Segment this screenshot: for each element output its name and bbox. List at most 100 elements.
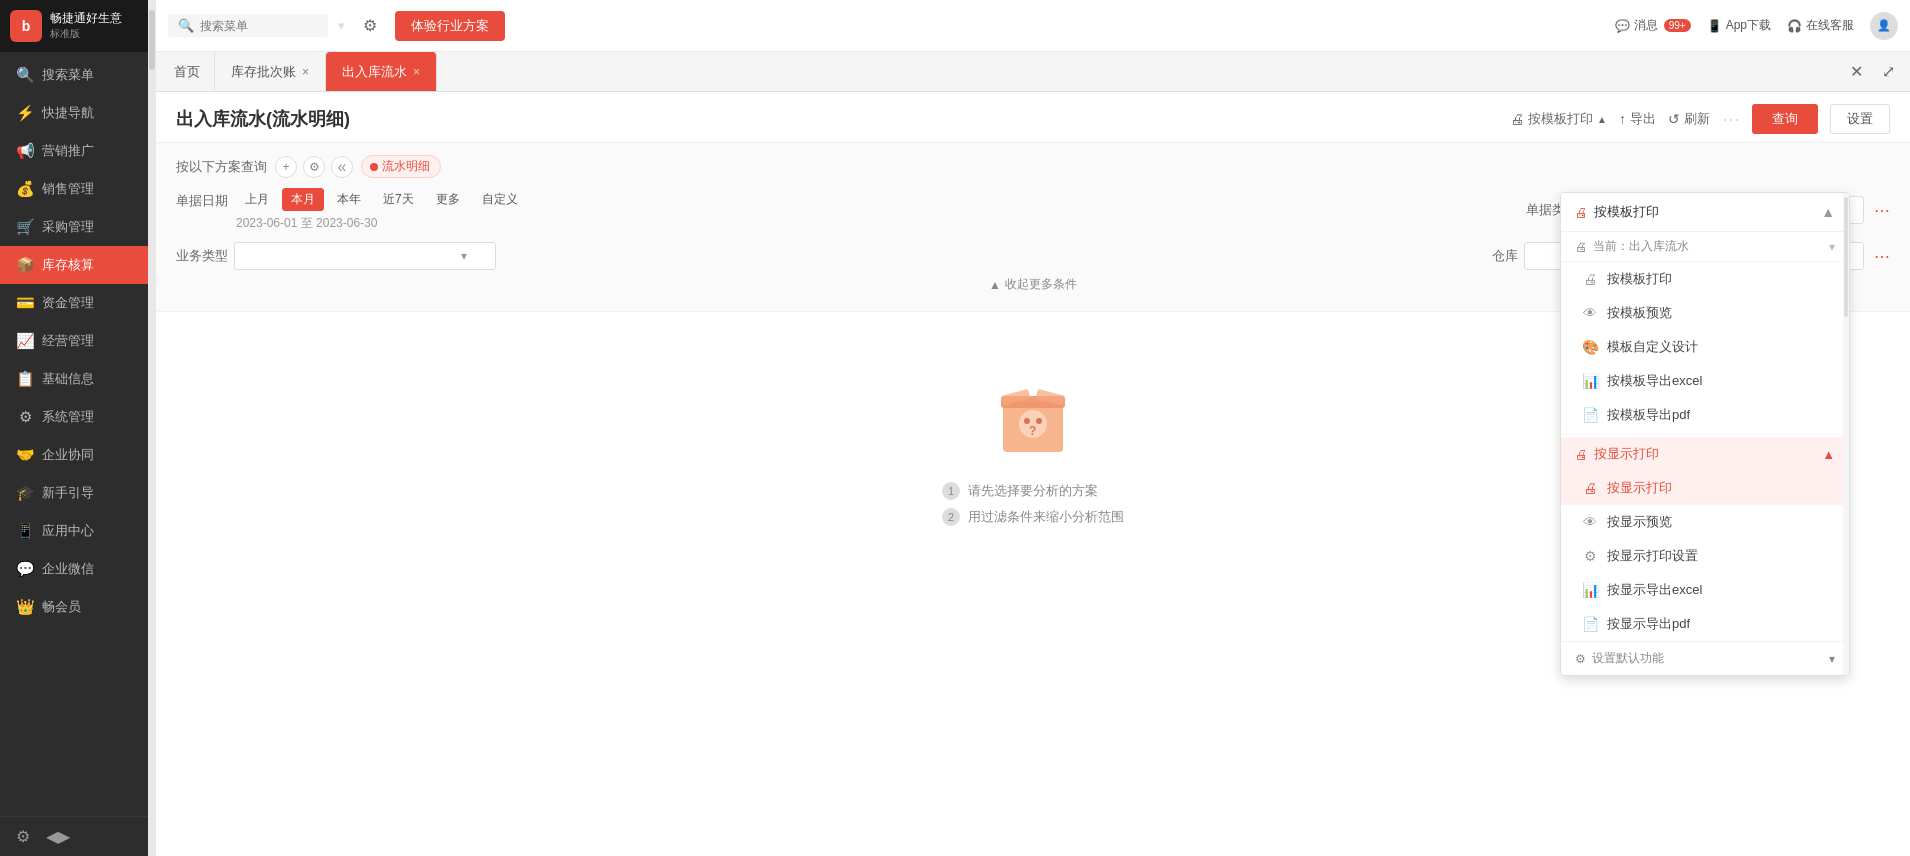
dropdown-collapse-button[interactable]: ▲	[1821, 204, 1835, 220]
collapse-filter-button[interactable]: «	[331, 156, 353, 178]
section-arrow: ▲	[1822, 447, 1835, 462]
dropdown-item-template-preview[interactable]: 👁 按模板预览	[1561, 296, 1849, 330]
message-badge: 99+	[1664, 19, 1691, 32]
dropdown-item-display-preview[interactable]: 👁 按显示预览	[1561, 505, 1849, 539]
tab-current[interactable]: 出入库流水 ×	[326, 52, 437, 91]
dropdown-item-template-pdf[interactable]: 📄 按模板导出pdf	[1561, 398, 1849, 432]
dropdown-item-template-excel[interactable]: 📊 按模板导出excel	[1561, 364, 1849, 398]
sidebar-item-collab[interactable]: 🤝 企业协同	[0, 436, 148, 474]
step-1: 1 请先选择要分析的方案	[942, 478, 1124, 504]
template-print-button[interactable]: 🖨 按模板打印 ▲	[1510, 110, 1607, 128]
date-filter-label: 单据日期	[176, 188, 228, 210]
sidebar-item-sales[interactable]: 💰 销售管理	[0, 170, 148, 208]
export-button[interactable]: ↑ 导出	[1619, 110, 1656, 128]
step-2: 2 用过滤条件来缩小分析范围	[942, 504, 1124, 530]
tab-close-inventory-batch[interactable]: ×	[302, 65, 309, 79]
filter-tag-liushui[interactable]: 流水明细	[361, 155, 441, 178]
export-icon: ↑	[1619, 111, 1626, 127]
tab-inventory-batch[interactable]: 库存批次账 ×	[215, 52, 326, 91]
default-settings-icon: ⚙	[1575, 652, 1586, 666]
search-input[interactable]	[200, 19, 300, 33]
dropdown-footer[interactable]: ⚙ 设置默认功能 ▾	[1561, 641, 1849, 675]
sidebar-footer: ⚙ ◀▶	[0, 816, 148, 856]
tag-dot	[370, 163, 378, 171]
dropdown-item-display-print[interactable]: 🖨 按显示打印	[1561, 471, 1849, 505]
date-btn-custom[interactable]: 自定义	[473, 188, 527, 211]
sidebar-item-system[interactable]: ⚙ 系统管理	[0, 398, 148, 436]
cart-icon: 🛒	[16, 218, 34, 236]
sidebar-item-wechat[interactable]: 💬 企业微信	[0, 550, 148, 588]
sidebar-item-app[interactable]: 📱 应用中心	[0, 512, 148, 550]
settings-footer-icon[interactable]: ⚙	[16, 827, 30, 846]
filter-settings-button[interactable]: ⚙	[303, 156, 325, 178]
date-options: 上月 本月 本年 近7天 更多 自定义 2023-06-01 至 2023-06…	[236, 188, 527, 232]
tab-expand-button[interactable]: ⤢	[1874, 58, 1902, 86]
dropdown-item-display-pdf[interactable]: 📄 按显示导出pdf	[1561, 607, 1849, 641]
lightning-icon: ⚡	[16, 104, 34, 122]
sidebar-item-operation[interactable]: 📈 经营管理	[0, 322, 148, 360]
trial-button[interactable]: 体验行业方案	[395, 11, 505, 41]
dropdown-header-left: 🖨 按模板打印	[1575, 203, 1659, 221]
dropdown-item-display-excel[interactable]: 📊 按显示导出excel	[1561, 573, 1849, 607]
sidebar-item-search[interactable]: 🔍 搜索菜单	[0, 56, 148, 94]
sidebar-item-guide[interactable]: 🎓 新手引导	[0, 474, 148, 512]
empty-steps: 1 请先选择要分析的方案 2 用过滤条件来缩小分析范围	[942, 478, 1124, 530]
actions-divider: ⋯	[1722, 108, 1740, 130]
topbar-settings-button[interactable]: ⚙	[355, 11, 385, 41]
date-btn-more[interactable]: 更多	[427, 188, 469, 211]
user-avatar[interactable]: 👤	[1870, 12, 1898, 40]
card-icon: 💳	[16, 294, 34, 312]
tab-close-current[interactable]: ×	[413, 65, 420, 79]
display-print-icon: 🖨	[1581, 480, 1599, 496]
app-logo-icon: b	[10, 10, 42, 42]
sidebar-item-quick[interactable]: ⚡ 快捷导航	[0, 94, 148, 132]
sidebar-item-marketing[interactable]: 📢 营销推广	[0, 132, 148, 170]
date-btn-lastmonth[interactable]: 上月	[236, 188, 278, 211]
doc-type-more-button[interactable]: ⋯	[1874, 201, 1890, 220]
chevron-up-icon-2: ▲	[989, 278, 1001, 292]
date-btn-7days[interactable]: 近7天	[374, 188, 423, 211]
print-icon-item: 🖨	[1581, 271, 1599, 287]
search-icon: 🔍	[16, 66, 34, 84]
search-box[interactable]: 🔍	[168, 14, 328, 37]
sidebar-item-member[interactable]: 👑 畅会员	[0, 588, 148, 626]
svg-point-6	[1036, 418, 1042, 424]
filter-icons: + ⚙ «	[275, 156, 353, 178]
chevron-up-icon: ▲	[1597, 114, 1607, 125]
dropdown-section-display[interactable]: 🖨 按显示打印 ▲	[1561, 437, 1849, 471]
sidebar-item-inventory[interactable]: 📦 库存核算	[0, 246, 148, 284]
step-num-2: 2	[942, 508, 960, 526]
sidebar-logo: b 畅捷通好生意 标准版	[0, 0, 148, 52]
date-btn-thisyear[interactable]: 本年	[328, 188, 370, 211]
settings-button[interactable]: 设置	[1830, 104, 1890, 134]
business-type-label: 业务类型	[176, 247, 228, 265]
chat-icon: 💬	[16, 560, 34, 578]
query-button[interactable]: 查询	[1752, 104, 1818, 134]
filter-label: 按以下方案查询	[176, 158, 267, 176]
sidebar-scrollbar[interactable]	[148, 0, 156, 856]
phone-icon: 📱	[16, 522, 34, 540]
dropdown-item-template-design[interactable]: 🎨 模板自定义设计	[1561, 330, 1849, 364]
sidebar: b 畅捷通好生意 标准版 🔍 搜索菜单 ⚡ 快捷导航 📢 营销推广 💰 销售管理…	[0, 0, 148, 856]
online-service-button[interactable]: 🎧 在线客服	[1787, 17, 1854, 34]
tab-home[interactable]: 首页	[160, 52, 215, 91]
dropdown-item-template-print[interactable]: 🖨 按模板打印	[1561, 262, 1849, 296]
add-filter-button[interactable]: +	[275, 156, 297, 178]
print-header-icon: 🖨	[1575, 205, 1588, 220]
tab-close-all-button[interactable]: ✕	[1842, 58, 1870, 86]
refresh-button[interactable]: ↺ 刷新	[1668, 110, 1710, 128]
sidebar-item-purchase[interactable]: 🛒 采购管理	[0, 208, 148, 246]
date-btn-thismonth[interactable]: 本月	[282, 188, 324, 211]
collapse-sidebar-icon[interactable]: ◀▶	[46, 827, 70, 846]
panel-scrollbar[interactable]	[1843, 193, 1849, 675]
business-type-select[interactable]: ▾	[234, 242, 496, 270]
display-settings-icon: ⚙	[1581, 548, 1599, 564]
dropdown-item-display-settings[interactable]: ⚙ 按显示打印设置	[1561, 539, 1849, 573]
sidebar-item-basic[interactable]: 📋 基础信息	[0, 360, 148, 398]
app-download-button[interactable]: 📱 App下载	[1707, 17, 1771, 34]
sidebar-item-finance[interactable]: 💳 资金管理	[0, 284, 148, 322]
warehouse-more-button[interactable]: ⋯	[1874, 247, 1890, 266]
preview-icon-item: 👁	[1581, 305, 1599, 321]
display-section-icon: 🖨	[1575, 447, 1588, 462]
message-button[interactable]: 💬 消息 99+	[1615, 17, 1691, 34]
